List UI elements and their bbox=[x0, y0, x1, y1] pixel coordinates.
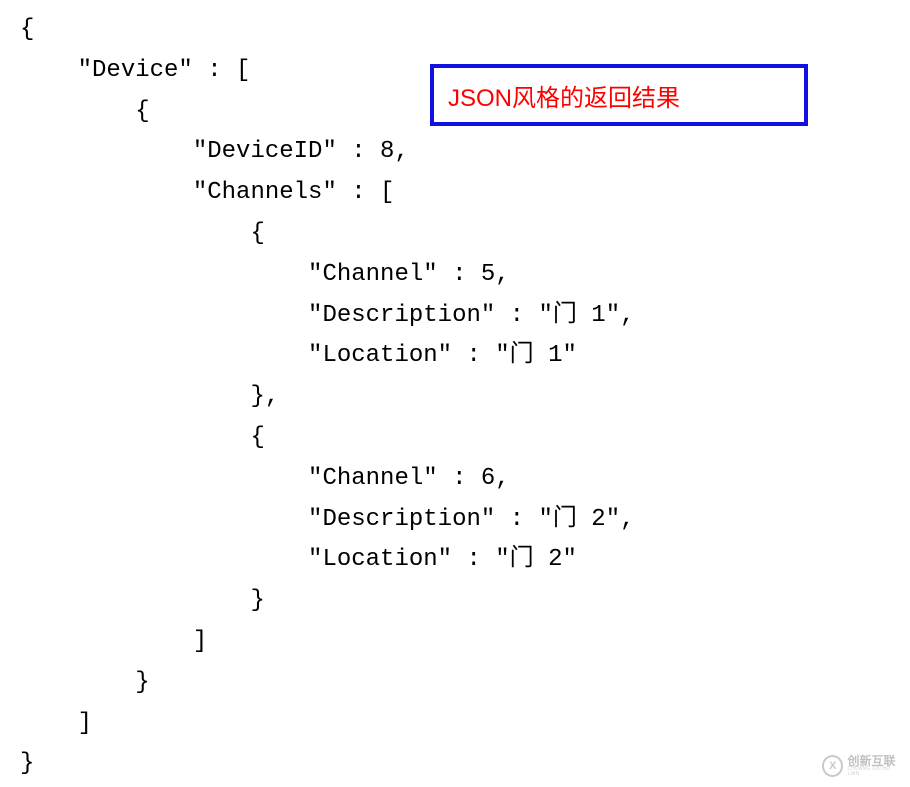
watermark: X 创新互联 CHUANG XIN HU LIAN bbox=[822, 751, 902, 781]
code-line: "DeviceID" : 8, bbox=[20, 138, 409, 165]
code-line: "Location" : "门 1" bbox=[20, 342, 577, 369]
watermark-text-block: 创新互联 CHUANG XIN HU LIAN bbox=[847, 755, 902, 777]
code-line: "Location" : "门 2" bbox=[20, 546, 577, 573]
annotation-callout: JSON风格的返回结果 bbox=[430, 64, 808, 126]
code-line: ] bbox=[20, 710, 92, 737]
annotation-label: JSON风格的返回结果 bbox=[448, 78, 680, 113]
code-line: ] bbox=[20, 628, 207, 655]
code-line: "Channel" : 6, bbox=[20, 465, 510, 492]
code-line: { bbox=[20, 424, 265, 451]
code-line: }, bbox=[20, 383, 279, 410]
json-code-block: { "Device" : [ { "DeviceID" : 8, "Channe… bbox=[20, 10, 890, 785]
code-line: "Device" : [ bbox=[20, 57, 250, 84]
code-line: { bbox=[20, 98, 150, 125]
code-line: "Description" : "门 1", bbox=[20, 302, 635, 329]
code-line: } bbox=[20, 587, 265, 614]
code-line: "Channels" : [ bbox=[20, 179, 394, 206]
code-line: { bbox=[20, 16, 34, 43]
code-line: { bbox=[20, 220, 265, 247]
watermark-logo-icon: X bbox=[822, 755, 843, 777]
code-line: } bbox=[20, 750, 34, 777]
code-line: "Description" : "门 2", bbox=[20, 506, 635, 533]
code-line: "Channel" : 5, bbox=[20, 261, 510, 288]
watermark-sub-text: CHUANG XIN HU LIAN bbox=[847, 767, 902, 777]
code-line: } bbox=[20, 669, 150, 696]
